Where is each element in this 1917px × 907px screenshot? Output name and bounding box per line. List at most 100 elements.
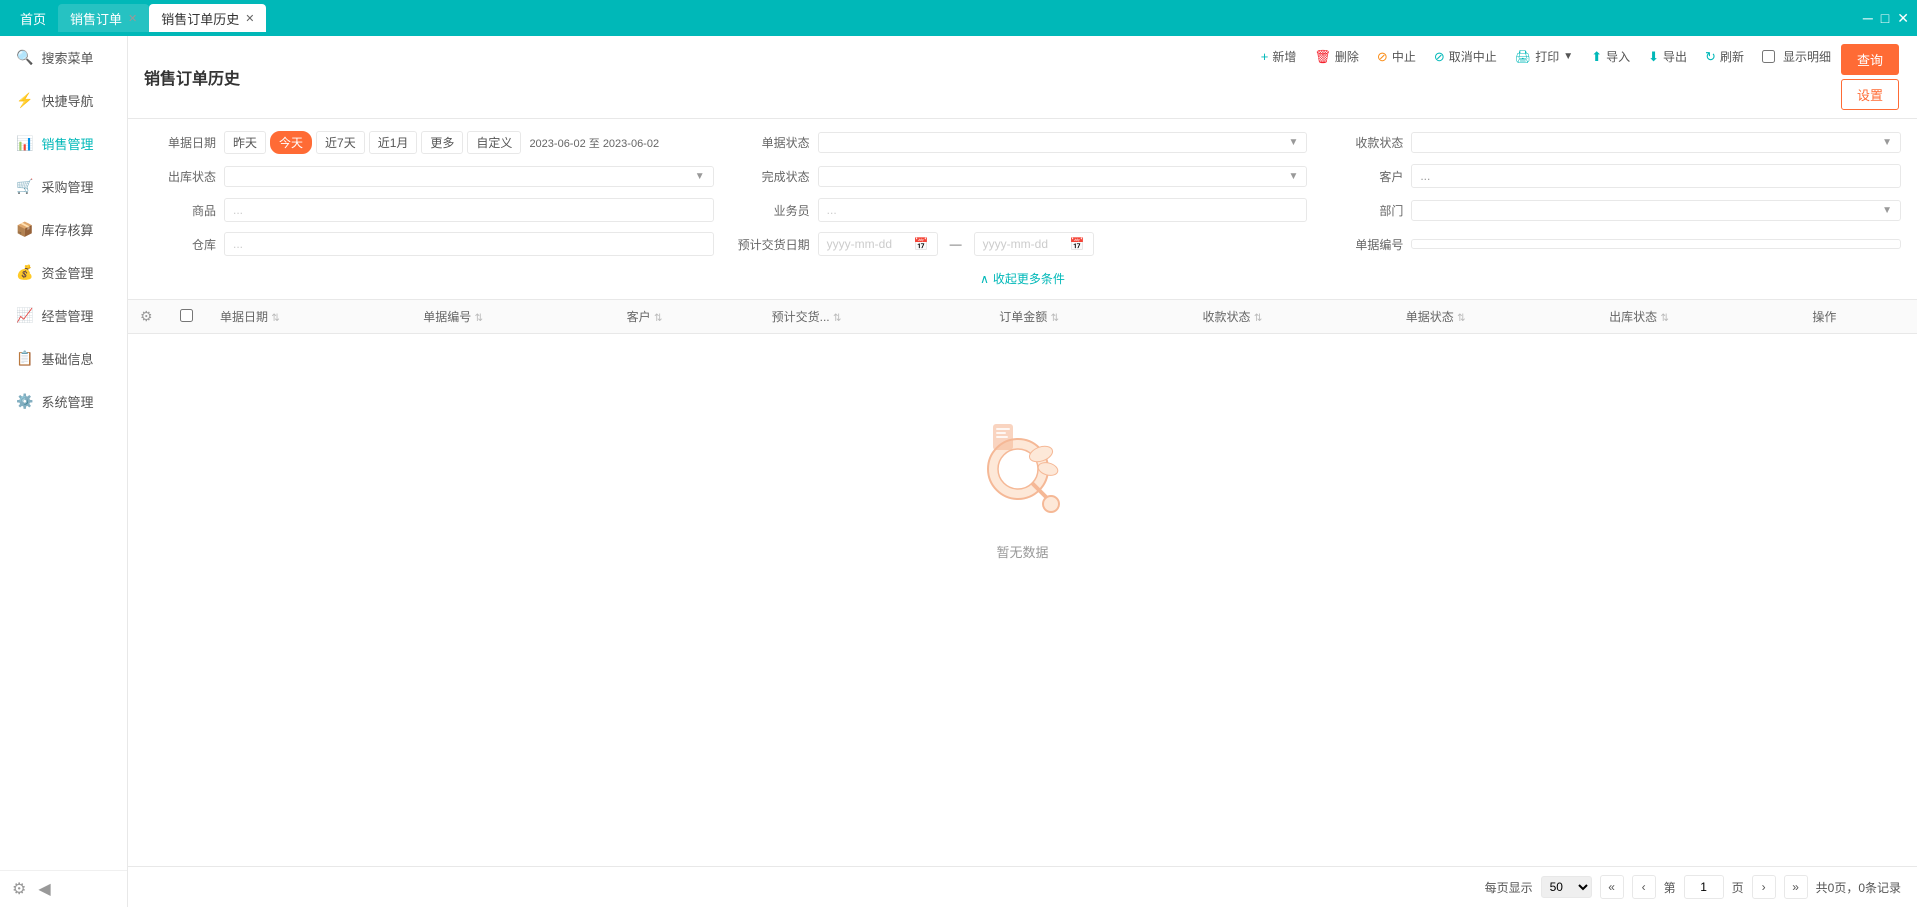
date-btn-1month[interactable]: 近1月 — [369, 131, 418, 154]
th-receipt-status: 收款状态 ⇅ — [1191, 300, 1394, 334]
sales-icon: 📊 — [16, 135, 33, 152]
sidebar-bottom: ⚙ ◀ — [0, 870, 127, 907]
select-all-checkbox[interactable] — [180, 309, 193, 322]
empty-text: 暂无数据 — [996, 542, 1048, 561]
sort-expected-date-icon[interactable]: ⇅ — [833, 313, 841, 324]
filter-row-4: 仓库 ... 预计交货日期 yyyy-mm-dd 📅 — yyyy-mm-dd — [144, 232, 1901, 256]
th-expected-date: 预计交货... ⇅ — [760, 300, 988, 334]
date-btn-more[interactable]: 更多 — [421, 131, 463, 154]
minimize-icon[interactable]: ─ — [1863, 10, 1873, 27]
th-outbound-status: 出库状态 ⇅ — [1597, 300, 1800, 334]
date-btn-yesterday[interactable]: 昨天 — [224, 131, 266, 154]
basic-info-icon: 📋 — [16, 350, 33, 367]
refresh-button[interactable]: ↻ 刷新 — [1697, 44, 1752, 69]
status-label: 单据状态 — [738, 134, 818, 151]
expected-date-end[interactable]: yyyy-mm-dd 📅 — [974, 232, 1094, 256]
sort-no-icon[interactable]: ⇅ — [475, 313, 483, 324]
tab-home[interactable]: 首页 — [8, 4, 58, 32]
page-number-input[interactable] — [1684, 875, 1724, 899]
sidebar-item-finance[interactable]: 💰 资金管理 — [0, 251, 127, 294]
th-action: 操作 — [1800, 300, 1917, 334]
new-icon: + — [1261, 49, 1269, 64]
display-toggle[interactable]: 显示明细 — [1754, 44, 1839, 69]
sidebar-item-purchase[interactable]: 🛒 采购管理 — [0, 165, 127, 208]
new-button[interactable]: + 新增 — [1253, 44, 1305, 69]
date-range-text: 2023-06-02 至 2023-06-02 — [529, 135, 659, 151]
sidebar-settings-icon[interactable]: ⚙ — [12, 879, 26, 899]
tab-sales-order-close[interactable]: ✕ — [128, 12, 137, 25]
receipt-status-select[interactable]: ▼ — [1411, 132, 1901, 153]
dept-select[interactable]: ▼ — [1411, 200, 1901, 221]
sort-receipt-status-icon[interactable]: ⇅ — [1254, 313, 1262, 324]
last-page-icon: » — [1792, 880, 1799, 894]
salesperson-select[interactable]: ... — [818, 198, 1308, 222]
status-select[interactable]: ▼ — [818, 132, 1308, 153]
print-button[interactable]: 🖨 打印 ▼ — [1507, 44, 1581, 69]
th-no: 单据编号 ⇅ — [411, 300, 614, 334]
tab-sales-order[interactable]: 销售订单 ✕ — [58, 4, 149, 32]
export-button[interactable]: ⬇ 导出 — [1640, 44, 1695, 69]
complete-label: 完成状态 — [738, 168, 818, 185]
sidebar: 🔍 搜索菜单 ⚡ 快捷导航 📊 销售管理 🛒 采购管理 📦 库存核算 💰 资金管… — [0, 36, 128, 907]
complete-filter: ▼ — [818, 166, 1308, 187]
cal-start-icon[interactable]: 📅 — [914, 237, 929, 251]
sort-bill-status-icon[interactable]: ⇅ — [1457, 313, 1465, 324]
expected-date-label: 预计交货日期 — [738, 236, 818, 253]
import-button[interactable]: ⬆ 导入 — [1583, 44, 1638, 69]
date-btn-today[interactable]: 今天 — [270, 131, 312, 154]
sidebar-item-inventory[interactable]: 📦 库存核算 — [0, 208, 127, 251]
window-close-icon[interactable]: ✕ — [1897, 10, 1909, 27]
pagination: 每页显示 50 10 20 100 « ‹ 第 页 › » 共0页，0条记录 — [128, 866, 1917, 907]
complete-select[interactable]: ▼ — [818, 166, 1308, 187]
sidebar-item-operations[interactable]: 📈 经营管理 — [0, 294, 127, 337]
tab-sales-order-history-close[interactable]: ✕ — [245, 12, 254, 25]
date-btn-custom[interactable]: 自定义 — [467, 131, 521, 154]
last-page-button[interactable]: » — [1784, 875, 1808, 899]
page-size-select[interactable]: 50 10 20 100 — [1541, 876, 1592, 898]
delete-button[interactable]: 🗑 删除 — [1306, 44, 1367, 69]
maximize-icon[interactable]: □ — [1881, 10, 1889, 27]
display-toggle-checkbox[interactable] — [1762, 50, 1775, 63]
sidebar-item-quick-nav[interactable]: ⚡ 快捷导航 — [0, 79, 127, 122]
cancel-suspend-button[interactable]: ⊘ 取消中止 — [1426, 44, 1505, 69]
first-page-icon: « — [1608, 880, 1615, 894]
next-page-button[interactable]: › — [1752, 875, 1776, 899]
query-button[interactable]: 查询 — [1841, 44, 1899, 75]
sidebar-collapse-icon[interactable]: ◀ — [38, 879, 50, 899]
warehouse-select[interactable]: ... — [224, 232, 714, 256]
finance-icon: 💰 — [16, 264, 33, 281]
prev-page-button[interactable]: ‹ — [1632, 875, 1656, 899]
order-no-label: 单据编号 — [1331, 236, 1411, 253]
order-no-input[interactable] — [1411, 239, 1901, 249]
operations-icon: 📈 — [16, 307, 33, 324]
page-header: 销售订单历史 + 新增 🗑 删除 ⊘ 中止 ⊘ 取消中止 — [128, 36, 1917, 119]
sort-outbound-status-icon[interactable]: ⇅ — [1660, 313, 1668, 324]
th-checkbox — [168, 300, 208, 334]
customer-select[interactable]: ... — [1411, 164, 1901, 188]
th-date: 单据日期 ⇅ — [208, 300, 411, 334]
sidebar-item-system[interactable]: ⚙️ 系统管理 — [0, 380, 127, 423]
sort-customer-icon[interactable]: ⇅ — [654, 313, 662, 324]
suspend-button[interactable]: ⊘ 中止 — [1369, 44, 1424, 69]
sidebar-item-basic-info[interactable]: 📋 基础信息 — [0, 337, 127, 380]
collapse-row[interactable]: ∧ 收起更多条件 — [144, 266, 1901, 287]
cal-end-icon[interactable]: 📅 — [1070, 237, 1085, 251]
sort-date-icon[interactable]: ⇅ — [271, 313, 279, 324]
sort-amount-icon[interactable]: ⇅ — [1051, 313, 1059, 324]
settings-button[interactable]: 设置 — [1841, 79, 1899, 110]
tab-sales-order-history[interactable]: 销售订单历史 ✕ — [149, 4, 266, 32]
date-group: 昨天 今天 近7天 近1月 更多 自定义 2023-06-02 至 2023-0… — [224, 131, 714, 154]
search-icon: 🔍 — [16, 49, 33, 66]
goods-select[interactable]: ... — [224, 198, 714, 222]
status-arrow-icon: ▼ — [1288, 137, 1298, 148]
table-settings-icon[interactable]: ⚙ — [140, 308, 153, 324]
date-btn-7days[interactable]: 近7天 — [316, 131, 365, 154]
filter-row-1: 单据日期 昨天 今天 近7天 近1月 更多 自定义 2023-06-02 至 2… — [144, 131, 1901, 154]
filter-section: 单据日期 昨天 今天 近7天 近1月 更多 自定义 2023-06-02 至 2… — [128, 119, 1917, 300]
outbound-select[interactable]: ▼ — [224, 166, 714, 187]
first-page-button[interactable]: « — [1600, 875, 1624, 899]
expected-date-start[interactable]: yyyy-mm-dd 📅 — [818, 232, 938, 256]
sidebar-item-sales[interactable]: 📊 销售管理 — [0, 122, 127, 165]
filter-row-2: 出库状态 ▼ 完成状态 ▼ 客户 — [144, 164, 1901, 188]
sidebar-item-search[interactable]: 🔍 搜索菜单 — [0, 36, 127, 79]
